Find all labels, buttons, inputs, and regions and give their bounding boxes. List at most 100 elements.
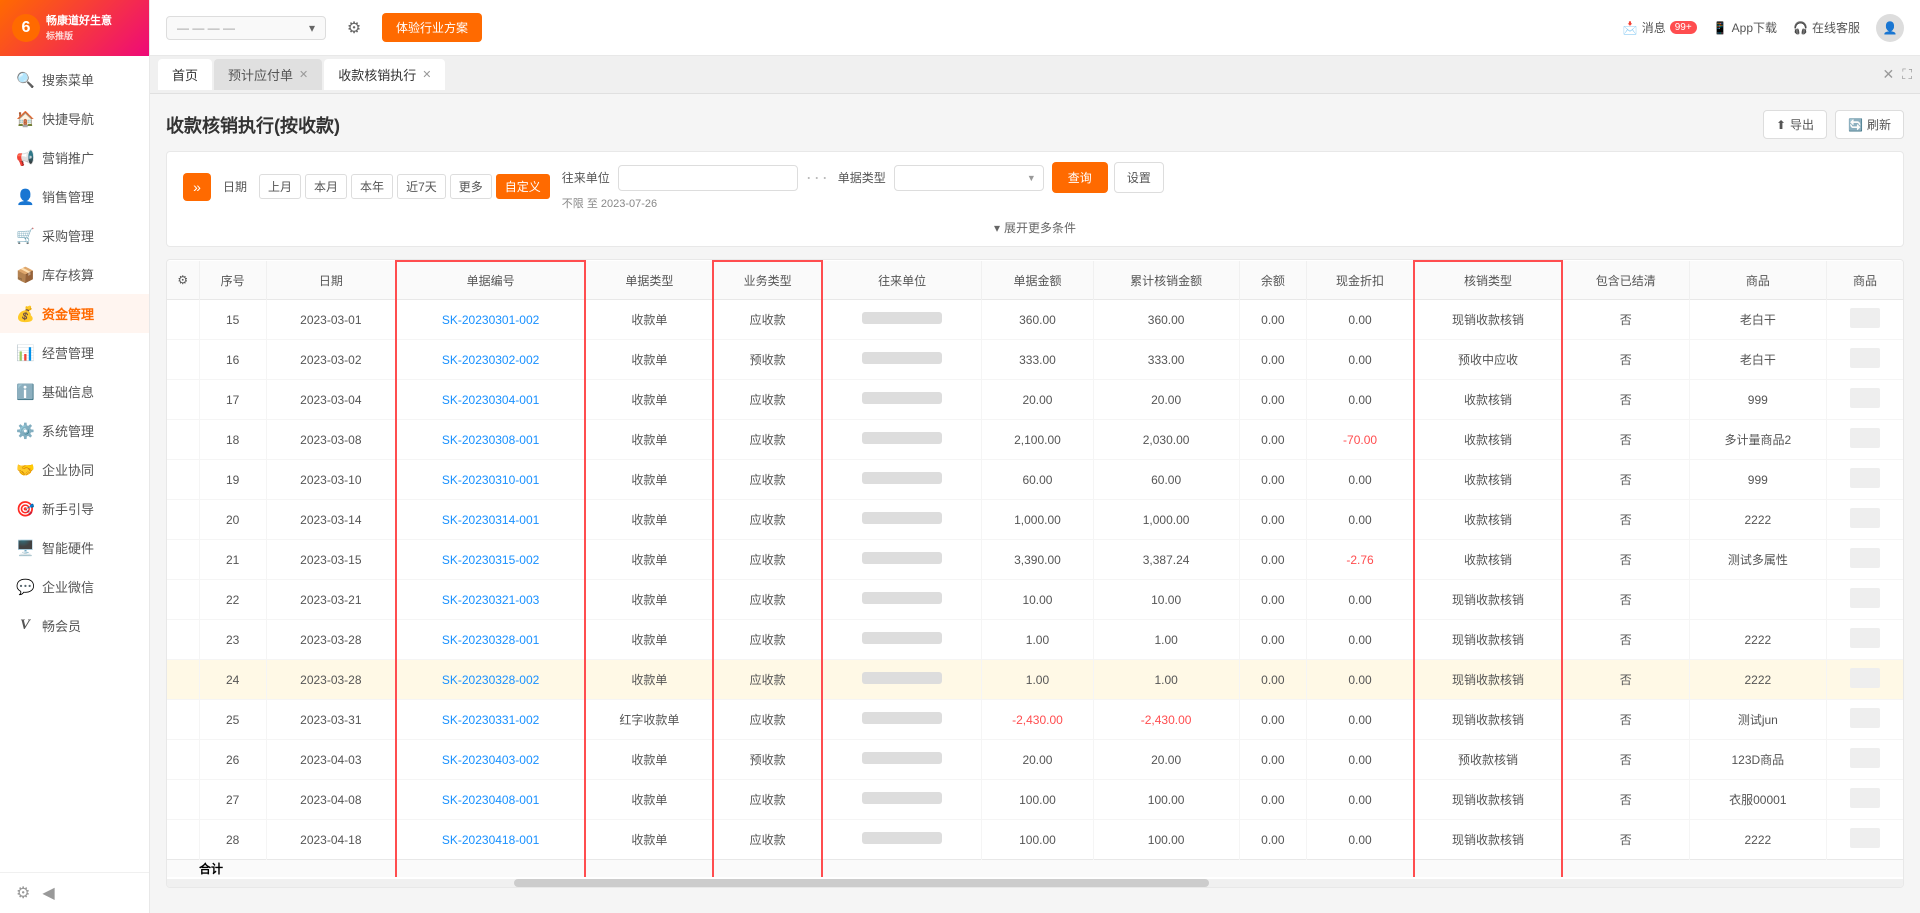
td-balance: 0.00 xyxy=(1239,740,1306,780)
date-label: 日期 xyxy=(223,178,247,195)
close-tab-collection[interactable]: ✕ xyxy=(422,68,431,81)
export-btn[interactable]: ⬆ 导出 xyxy=(1763,110,1827,139)
sidebar-label-inventory: 库存核算 xyxy=(42,265,94,284)
td-goods: 999 xyxy=(1689,460,1826,500)
horizontal-scrollbar[interactable] xyxy=(167,879,1903,887)
td-date: 2023-04-03 xyxy=(266,740,396,780)
td-doc-no[interactable]: SK-20230403-002 xyxy=(396,740,586,780)
last-7-days-btn[interactable]: 近7天 xyxy=(397,174,446,199)
page-title: 收款核销执行(按收款) xyxy=(166,112,340,138)
sidebar-item-quicknav[interactable]: 🏠 快捷导航 xyxy=(0,99,149,138)
td-doc-no[interactable]: SK-20230310-001 xyxy=(396,460,586,500)
maximize-icon[interactable]: ⛶ xyxy=(1902,66,1912,83)
sidebar-item-marketing[interactable]: 📢 营销推广 xyxy=(0,138,149,177)
td-doc-no[interactable]: SK-20230315-002 xyxy=(396,540,586,580)
page-actions: ⬆ 导出 🔄 刷新 xyxy=(1763,110,1904,139)
td-goods-img xyxy=(1827,340,1903,380)
sidebar-item-search[interactable]: 🔍 搜索菜单 xyxy=(0,60,149,99)
td-doc-no[interactable]: SK-20230321-003 xyxy=(396,580,586,620)
td-row-num: 15 xyxy=(199,300,266,340)
td-cumulative: 360.00 xyxy=(1093,300,1239,340)
td-cash-discount: 0.00 xyxy=(1307,620,1415,660)
td-doc-no[interactable]: SK-20230328-002 xyxy=(396,660,586,700)
company-selector[interactable]: — — — — ▾ xyxy=(166,16,326,40)
sidebar-item-finance[interactable]: 💰 资金管理 xyxy=(0,294,149,333)
sidebar-item-operation[interactable]: 📊 经营管理 xyxy=(0,333,149,372)
settings-gear[interactable]: ⚙ xyxy=(177,273,188,287)
td-balance: 0.00 xyxy=(1239,300,1306,340)
query-btn[interactable]: 查询 xyxy=(1052,162,1108,193)
topbar: — — — — ▾ ⚙ 体验行业方案 📩 消息 99+ 📱 App下载 🎧 在线… xyxy=(150,0,1920,56)
settings-gear-btn[interactable]: ⚙ xyxy=(338,12,370,44)
sidebar-item-wechat[interactable]: 💬 企业微信 xyxy=(0,567,149,606)
td-doc-no[interactable]: SK-20230301-002 xyxy=(396,300,586,340)
td-goods: 123D商品 xyxy=(1689,740,1826,780)
custom-date-btn[interactable]: 自定义 xyxy=(496,174,550,199)
td-partner xyxy=(822,500,982,540)
td-doc-no[interactable]: SK-20230418-001 xyxy=(396,820,586,860)
td-cash-discount: 0.00 xyxy=(1307,460,1415,500)
td-include-settled: 否 xyxy=(1562,740,1689,780)
tab-prepay[interactable]: 预计应付单 ✕ xyxy=(214,59,322,90)
td-doc-amount: 333.00 xyxy=(982,340,1093,380)
td-balance: 0.00 xyxy=(1239,540,1306,580)
this-year-btn[interactable]: 本年 xyxy=(351,174,393,199)
td-doc-no[interactable]: SK-20230331-002 xyxy=(396,700,586,740)
headset-icon: 🎧 xyxy=(1793,21,1808,35)
td-cash-discount: -70.00 xyxy=(1307,420,1415,460)
close-all-icon[interactable]: ✕ xyxy=(1882,66,1894,83)
industry-solution-btn[interactable]: 体验行业方案 xyxy=(382,13,482,42)
table-row: 272023-04-08SK-20230408-001收款单应收款100.001… xyxy=(167,780,1903,820)
inventory-icon: 📦 xyxy=(16,266,34,284)
td-cash-discount: -2.76 xyxy=(1307,540,1415,580)
user-avatar[interactable]: 👤 xyxy=(1876,14,1904,42)
refresh-btn[interactable]: 🔄 刷新 xyxy=(1835,110,1904,139)
tab-home[interactable]: 首页 xyxy=(158,59,212,90)
online-service-btn[interactable]: 🎧 在线客服 xyxy=(1793,19,1860,36)
th-settings[interactable]: ⚙ xyxy=(167,261,199,300)
td-doc-no[interactable]: SK-20230304-001 xyxy=(396,380,586,420)
filter-toggle-btn[interactable]: » xyxy=(183,173,211,201)
expand-row: ▾ 展开更多条件 xyxy=(183,219,1887,236)
sidebar-item-system[interactable]: ⚙️ 系统管理 xyxy=(0,411,149,450)
filter-settings-btn[interactable]: 设置 xyxy=(1114,162,1164,193)
last-month-btn[interactable]: 上月 xyxy=(259,174,301,199)
app-download-btn[interactable]: 📱 App下载 xyxy=(1713,19,1777,36)
sidebar-item-basic[interactable]: ℹ️ 基础信息 xyxy=(0,372,149,411)
expand-conditions-btn[interactable]: ▾ 展开更多条件 xyxy=(994,219,1076,236)
settings-icon-bottom[interactable]: ⚙ xyxy=(16,883,30,903)
sidebar-item-member[interactable]: V 畅会员 xyxy=(0,606,149,645)
close-tab-prepay[interactable]: ✕ xyxy=(299,68,308,81)
td-doc-no[interactable]: SK-20230408-001 xyxy=(396,780,586,820)
th-doc-amount: 单据金额 xyxy=(982,261,1093,300)
operation-icon: 📊 xyxy=(16,344,34,362)
td-doc-no[interactable]: SK-20230314-001 xyxy=(396,500,586,540)
sidebar-item-sales[interactable]: 👤 销售管理 xyxy=(0,177,149,216)
td-date: 2023-03-01 xyxy=(266,300,396,340)
td-goods-img xyxy=(1827,580,1903,620)
notification-btn[interactable]: 📩 消息 99+ xyxy=(1623,19,1697,36)
td-cumulative: 100.00 xyxy=(1093,820,1239,860)
sidebar-item-enterprise[interactable]: 🤝 企业协同 xyxy=(0,450,149,489)
td-row-num: 22 xyxy=(199,580,266,620)
table-row: 222023-03-21SK-20230321-003收款单应收款10.0010… xyxy=(167,580,1903,620)
td-goods: 999 xyxy=(1689,380,1826,420)
td-cash-discount: 0.00 xyxy=(1307,300,1415,340)
td-date: 2023-03-08 xyxy=(266,420,396,460)
collapse-icon[interactable]: ◀ xyxy=(42,883,54,903)
sidebar-item-purchase[interactable]: 🛒 采购管理 xyxy=(0,216,149,255)
td-doc-no[interactable]: SK-20230328-001 xyxy=(396,620,586,660)
td-doc-no[interactable]: SK-20230308-001 xyxy=(396,420,586,460)
sidebar-item-inventory[interactable]: 📦 库存核算 xyxy=(0,255,149,294)
td-doc-no[interactable]: SK-20230302-002 xyxy=(396,340,586,380)
td-include-settled: 否 xyxy=(1562,580,1689,620)
partner-input[interactable] xyxy=(618,165,798,191)
this-month-btn[interactable]: 本月 xyxy=(305,174,347,199)
sidebar-item-newguide[interactable]: 🎯 新手引导 xyxy=(0,489,149,528)
doc-type-select[interactable] xyxy=(894,165,1044,191)
more-date-btn[interactable]: 更多 xyxy=(450,174,492,199)
tab-collection[interactable]: 收款核销执行 ✕ xyxy=(324,59,445,90)
sidebar-item-hardware[interactable]: 🖥️ 智能硬件 xyxy=(0,528,149,567)
sidebar-menu: 🔍 搜索菜单 🏠 快捷导航 📢 营销推广 👤 销售管理 🛒 采购管理 📦 库存核… xyxy=(0,56,149,872)
td-cash-discount: 0.00 xyxy=(1307,380,1415,420)
